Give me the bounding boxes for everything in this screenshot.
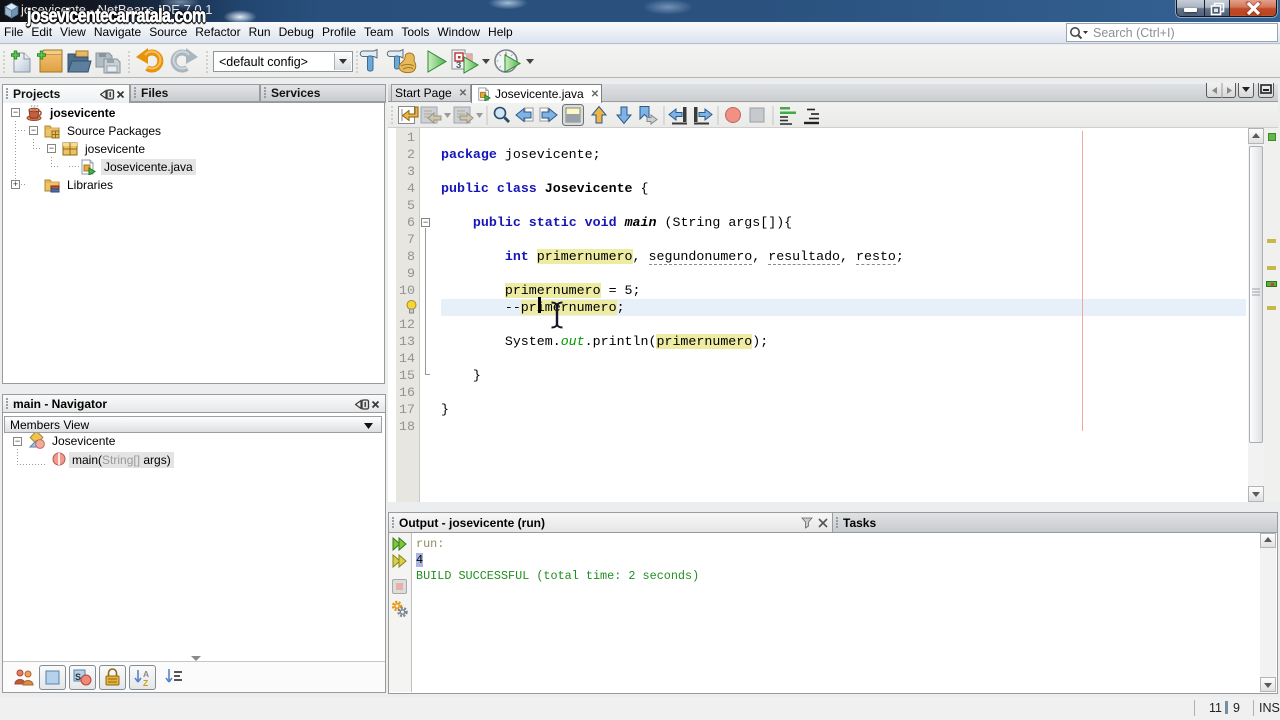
svg-text:S: S xyxy=(75,672,81,682)
svg-text:3: 3 xyxy=(456,60,461,71)
svg-text:Z: Z xyxy=(143,678,148,688)
